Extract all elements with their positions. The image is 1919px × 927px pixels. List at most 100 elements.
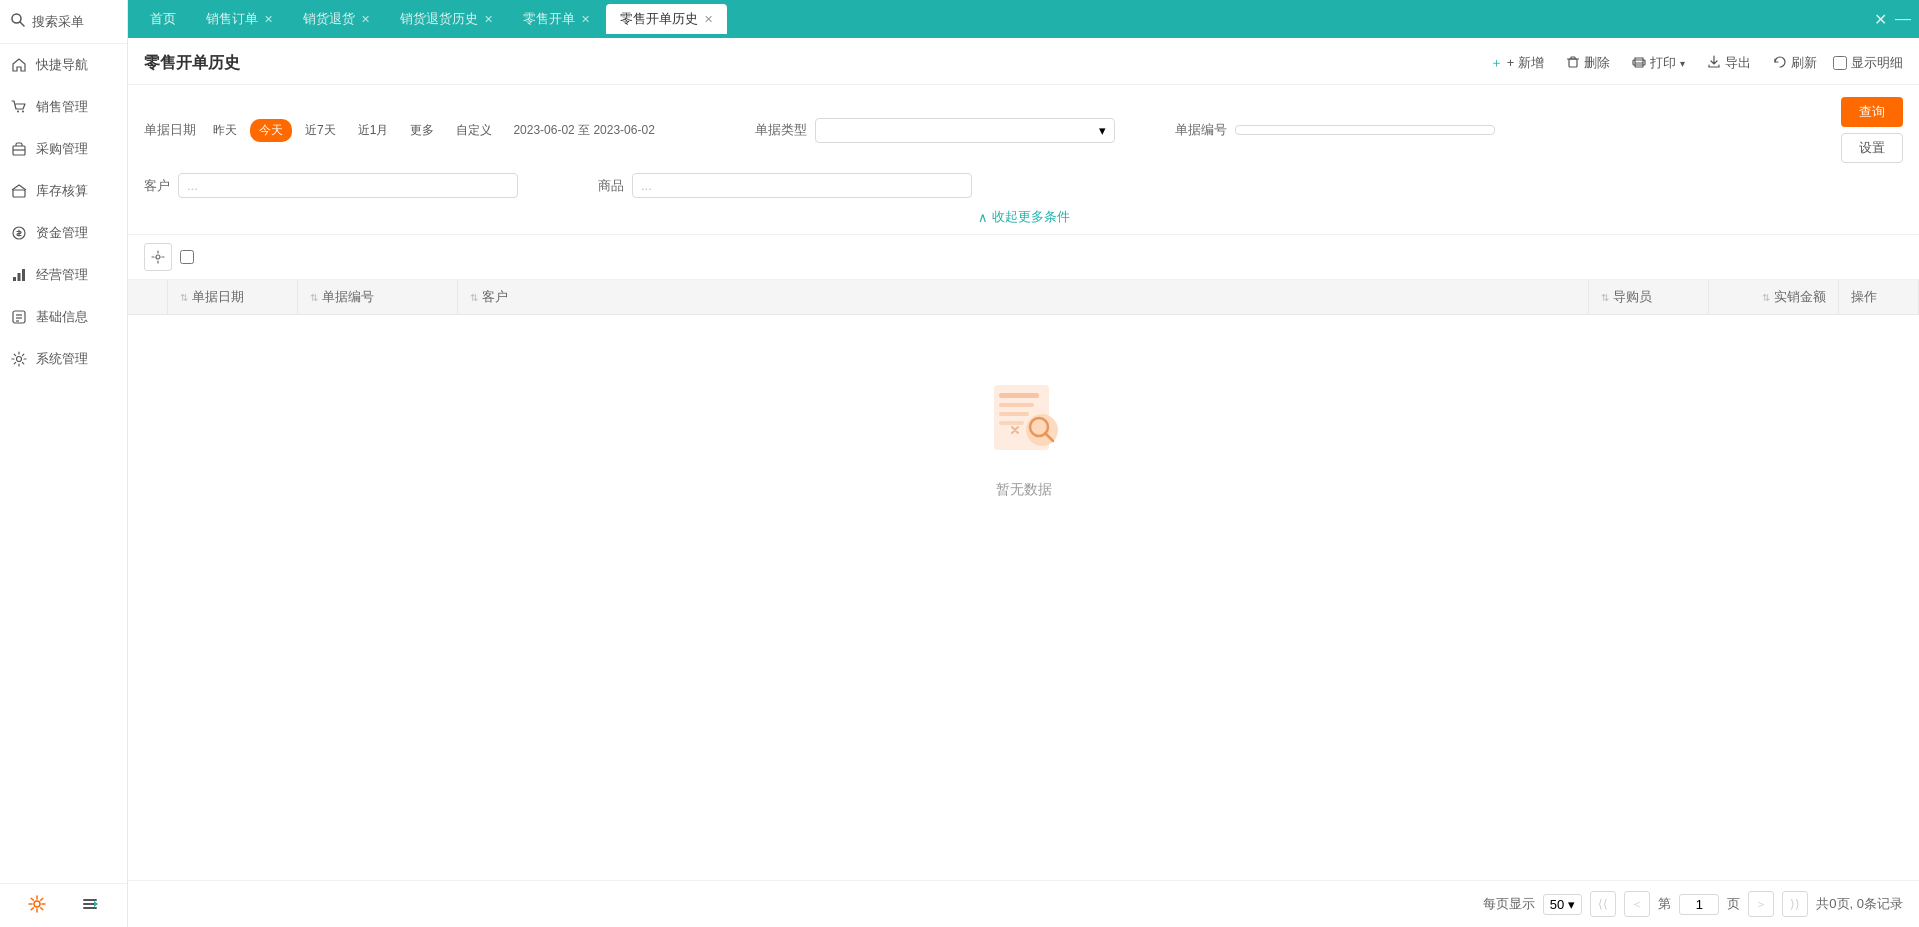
export-button[interactable]: 导出: [1701, 50, 1757, 76]
refresh-button[interactable]: 刷新: [1767, 50, 1823, 76]
page-label: 页: [1727, 895, 1740, 913]
sidebar-item-quick-nav[interactable]: 快捷导航: [0, 44, 127, 86]
minimize-icon[interactable]: —: [1895, 10, 1911, 28]
date-buttons: 昨天 今天 近7天 近1月 更多 自定义: [204, 119, 501, 142]
sidebar-item-label: 资金管理: [36, 224, 88, 242]
date-btn-more[interactable]: 更多: [401, 119, 443, 142]
delete-label: 删除: [1584, 54, 1610, 72]
th-label: 客户: [482, 288, 508, 306]
close-icon[interactable]: ✕: [361, 14, 370, 25]
print-button[interactable]: 打印 ▾: [1626, 50, 1691, 76]
date-btn-last7[interactable]: 近7天: [296, 119, 345, 142]
select-all-checkbox[interactable]: [180, 250, 194, 264]
tabs-left: 首页 销售订单 ✕ 销货退货 ✕ 销货退货历史 ✕ 零售开单 ✕ 零售开单历史 …: [136, 4, 727, 34]
tab-label: 销货退货历史: [400, 10, 478, 28]
date-btn-last-month[interactable]: 近1月: [349, 119, 398, 142]
svg-rect-10: [22, 269, 25, 281]
svg-rect-27: [999, 403, 1034, 407]
sidebar-item-label: 系统管理: [36, 350, 88, 368]
delete-icon: [1566, 55, 1580, 72]
tab-retail-open[interactable]: 零售开单 ✕: [509, 4, 604, 34]
sidebar-item-basic-info[interactable]: 基础信息: [0, 296, 127, 338]
delete-button[interactable]: 删除: [1560, 50, 1616, 76]
per-page-select[interactable]: 50 ▾: [1543, 894, 1582, 915]
display-detail-checkbox[interactable]: 显示明细: [1833, 54, 1903, 72]
display-detail-input[interactable]: [1833, 56, 1847, 70]
sort-icon: ⇅: [470, 292, 478, 303]
date-btn-today[interactable]: 今天: [250, 119, 292, 142]
th-amount[interactable]: ⇅ 实销金额: [1709, 280, 1839, 314]
page-total: 共0页, 0条记录: [1816, 895, 1903, 913]
tab-home[interactable]: 首页: [136, 4, 190, 34]
tab-retail-open-history[interactable]: 零售开单历史 ✕: [606, 4, 727, 34]
empty-illustration: [974, 375, 1074, 465]
sort-icon: ⇅: [1762, 292, 1770, 303]
customer-label: 客户: [144, 177, 170, 195]
sidebar-item-label: 经营管理: [36, 266, 88, 284]
sidebar-item-purchase[interactable]: 采购管理: [0, 128, 127, 170]
svg-rect-28: [999, 412, 1029, 416]
settings-button[interactable]: 设置: [1841, 133, 1903, 163]
doc-num-input[interactable]: [1235, 125, 1495, 135]
close-window-icon[interactable]: ✕: [1874, 10, 1887, 29]
date-btn-custom[interactable]: 自定义: [447, 119, 501, 142]
query-button[interactable]: 查询: [1841, 97, 1903, 127]
svg-rect-6: [13, 190, 25, 197]
chevron-down-icon: ▾: [1099, 123, 1106, 138]
close-icon[interactable]: ✕: [264, 14, 273, 25]
close-icon[interactable]: ✕: [704, 14, 713, 25]
print-icon: [1632, 55, 1646, 72]
collapse-button[interactable]: ∧ 收起更多条件: [144, 208, 1903, 226]
close-icon[interactable]: ✕: [484, 14, 493, 25]
sidebar-search[interactable]: 搜索采单: [0, 0, 127, 44]
customer-input[interactable]: ...: [178, 173, 518, 198]
product-input[interactable]: ...: [632, 173, 972, 198]
collapse-sidebar-icon[interactable]: [80, 894, 100, 917]
th-salesperson[interactable]: ⇅ 导购员: [1589, 280, 1709, 314]
tabs-right: ✕ —: [1874, 10, 1911, 29]
tab-sales-return-history[interactable]: 销货退货历史 ✕: [386, 4, 507, 34]
sidebar-item-operations[interactable]: 经营管理: [0, 254, 127, 296]
refresh-label: 刷新: [1791, 54, 1817, 72]
settings-footer-icon[interactable]: [27, 894, 47, 917]
th-number[interactable]: ⇅ 单据编号: [298, 280, 458, 314]
sidebar-item-sales[interactable]: 销售管理: [0, 86, 127, 128]
table-container: ⇅ 单据日期 ⇅ 单据编号 ⇅ 客户 ⇅ 导购员 ⇅ 实销金额: [128, 235, 1919, 880]
sidebar-item-system[interactable]: 系统管理: [0, 338, 127, 380]
customer-placeholder: ...: [187, 178, 198, 193]
first-page-button[interactable]: ⟨⟨: [1590, 891, 1616, 917]
export-icon: [1707, 55, 1721, 72]
toolbar: ＋ + 新增 删除 打印 ▾: [1484, 50, 1903, 76]
th-label: 实销金额: [1774, 288, 1826, 306]
next-page-button[interactable]: ＞: [1748, 891, 1774, 917]
page-number-input[interactable]: [1679, 894, 1719, 915]
sidebar-item-inventory[interactable]: 库存核算: [0, 170, 127, 212]
prev-page-button[interactable]: ＜: [1624, 891, 1650, 917]
new-button[interactable]: ＋ + 新增: [1484, 50, 1550, 76]
product-filter: 商品 ...: [598, 173, 972, 198]
date-label: 单据日期: [144, 121, 196, 139]
search-icon: [10, 12, 26, 31]
table-head: ⇅ 单据日期 ⇅ 单据编号 ⇅ 客户 ⇅ 导购员 ⇅ 实销金额: [128, 280, 1919, 315]
tab-sales-order[interactable]: 销售订单 ✕: [192, 4, 287, 34]
th-date[interactable]: ⇅ 单据日期: [168, 280, 298, 314]
svg-point-16: [34, 901, 40, 907]
sidebar-item-finance[interactable]: 资金管理: [0, 212, 127, 254]
date-range: 2023-06-02 至 2023-06-02: [513, 122, 654, 139]
column-settings-button[interactable]: [144, 243, 172, 271]
th-check: [128, 280, 168, 314]
sort-icon: ⇅: [180, 292, 188, 303]
tab-sales-return[interactable]: 销货退货 ✕: [289, 4, 384, 34]
svg-point-24: [156, 255, 160, 259]
th-label: 操作: [1851, 288, 1877, 306]
svg-line-1: [20, 22, 24, 26]
plus-icon: ＋: [1490, 54, 1503, 72]
per-page-label: 每页显示: [1483, 895, 1535, 913]
last-page-button[interactable]: ⟩⟩: [1782, 891, 1808, 917]
sidebar-footer: [0, 883, 127, 927]
th-customer[interactable]: ⇅ 客户: [458, 280, 1589, 314]
home-icon: [10, 56, 28, 74]
date-btn-yesterday[interactable]: 昨天: [204, 119, 246, 142]
doc-type-select[interactable]: ▾: [815, 118, 1115, 143]
close-icon[interactable]: ✕: [581, 14, 590, 25]
